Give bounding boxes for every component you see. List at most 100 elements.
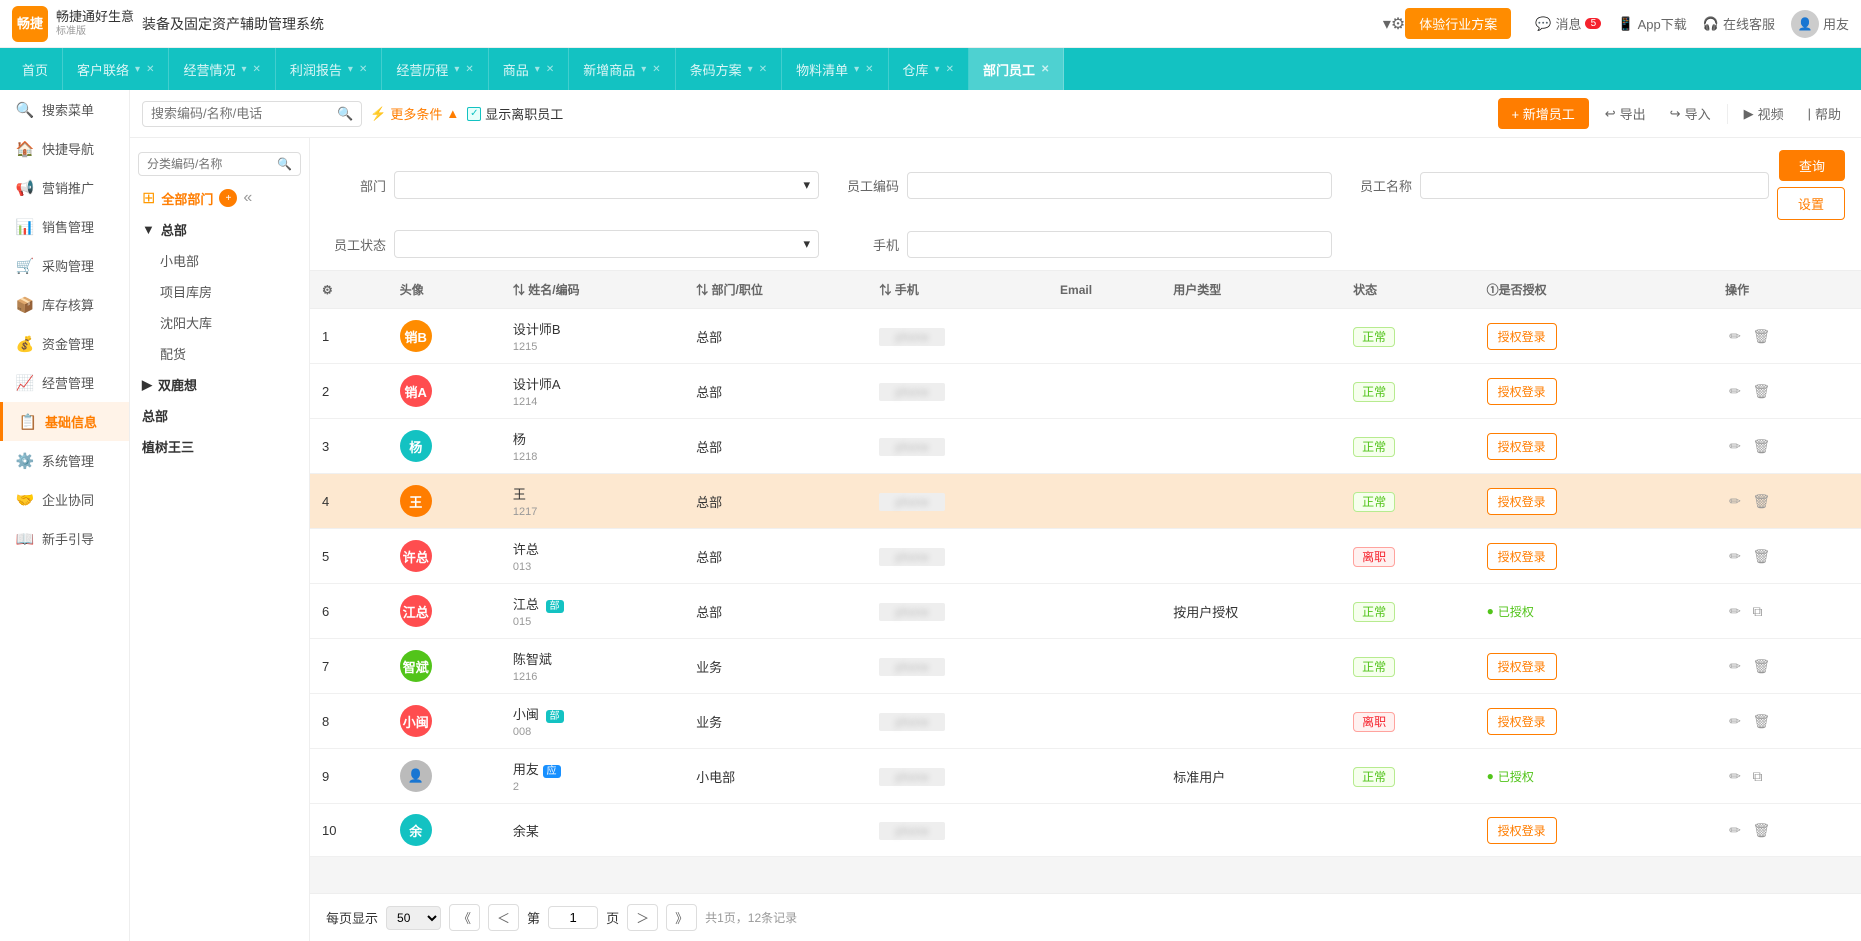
collapse-button[interactable]: « — [243, 189, 252, 207]
edit-button[interactable]: ✏ — [1725, 491, 1745, 512]
edit-button[interactable]: ✏ — [1725, 381, 1745, 402]
video-button[interactable]: ▶ 视频 — [1736, 100, 1792, 127]
delete-button[interactable]: 🗑 — [1748, 546, 1774, 567]
tree-item-zhishu[interactable]: 植树王三 — [130, 431, 309, 462]
nav-tab-bom[interactable]: 物料清单 ▾✕ — [782, 48, 888, 90]
delete-button[interactable]: 🗑 — [1748, 436, 1774, 457]
nav-tab-barcode[interactable]: 条码方案 ▾✕ — [676, 48, 782, 90]
nav-tab-staff[interactable]: 部门员工 ✕ — [969, 48, 1064, 90]
nav-tab-profit[interactable]: 利润报告 ▾✕ — [276, 48, 382, 90]
row-name: 江总 部015 — [501, 584, 684, 639]
auth-login-button[interactable]: 授权登录 — [1487, 708, 1557, 735]
more-filter-button[interactable]: ⚡ 更多条件 ▲ — [370, 104, 459, 123]
copy-button[interactable]: ⧉ — [1748, 601, 1766, 622]
search-input[interactable] — [151, 106, 331, 121]
auth-login-button[interactable]: 授权登录 — [1487, 433, 1557, 460]
sidebar-item-guide[interactable]: 📖 新手引导 — [0, 519, 129, 558]
emp-code-input[interactable] — [907, 172, 1332, 199]
grid-icon[interactable]: ⊞ — [142, 188, 155, 208]
sidebar-item-basic[interactable]: 📋 基础信息 — [0, 402, 129, 441]
edit-button[interactable]: ✏ — [1725, 326, 1745, 347]
auth-login-button[interactable]: 授权登录 — [1487, 323, 1557, 350]
row-name: 杨1218 — [501, 419, 684, 474]
nav-tab-warehouse[interactable]: 仓库 ▾✕ — [889, 48, 969, 90]
edit-button[interactable]: ✏ — [1725, 656, 1745, 677]
dept-add-circle[interactable]: + — [219, 189, 237, 207]
last-page-button[interactable]: 》 — [666, 904, 697, 931]
auth-login-button[interactable]: 授权登录 — [1487, 543, 1557, 570]
tree-item-xiaodibu[interactable]: 小电部 — [130, 245, 309, 276]
first-page-button[interactable]: 《 — [449, 904, 480, 931]
sidebar-item-system[interactable]: ⚙️ 系统管理 — [0, 441, 129, 480]
edit-button[interactable]: ✏ — [1725, 820, 1745, 841]
tree-item-peihuo[interactable]: 配货 — [130, 338, 309, 369]
col-name[interactable]: ⇅ 姓名/编码 — [501, 271, 684, 309]
tree-item-zongbu2[interactable]: 总部 — [130, 400, 309, 431]
query-button[interactable]: 查询 — [1779, 150, 1845, 181]
page-input[interactable] — [548, 906, 598, 929]
col-dept[interactable]: ⇅ 部门/职位 — [684, 271, 867, 309]
edit-button[interactable]: ✏ — [1725, 601, 1745, 622]
dept-select[interactable]: ▾ — [394, 171, 819, 199]
delete-button[interactable]: 🗑 — [1748, 326, 1774, 347]
tree-item-zonbu[interactable]: ▼ 总部 — [130, 214, 309, 245]
help-button[interactable]: | 帮助 — [1800, 100, 1849, 127]
sidebar-item-inventory[interactable]: 📦 库存核算 — [0, 285, 129, 324]
delete-button[interactable]: 🗑 — [1748, 491, 1774, 512]
edit-button[interactable]: ✏ — [1725, 546, 1745, 567]
all-dept-label[interactable]: 全部部门 — [161, 189, 213, 208]
tree-item-xiangmu[interactable]: 项目库房 — [130, 276, 309, 307]
sidebar-item-nav[interactable]: 🏠 快捷导航 — [0, 129, 129, 168]
page-size-select[interactable]: 50 100 — [386, 906, 441, 930]
prev-page-button[interactable]: ＜ — [488, 904, 519, 931]
emp-status-select[interactable]: ▾ — [394, 230, 819, 258]
delete-button[interactable]: 🗑 — [1748, 820, 1774, 841]
tree-item-shuanglu[interactable]: ▶ 双鹿想 — [130, 369, 309, 400]
app-download-button[interactable]: 📱 App下载 — [1617, 14, 1686, 33]
sidebar-item-finance[interactable]: 💰 资金管理 — [0, 324, 129, 363]
col-phone[interactable]: ⇅ 手机 — [867, 271, 1048, 309]
copy-button[interactable]: ⧉ — [1748, 766, 1766, 787]
col-settings[interactable]: ⚙ — [310, 271, 388, 309]
dept-search-input[interactable] — [147, 157, 273, 171]
sys-title-dropdown[interactable]: ▾ — [1383, 14, 1391, 34]
sidebar-item-purchase[interactable]: 🛒 采购管理 — [0, 246, 129, 285]
delete-button[interactable]: 🗑 — [1748, 711, 1774, 732]
tree-item-shenyang[interactable]: 沈阳大库 — [130, 307, 309, 338]
sidebar-item-marketing[interactable]: 📢 营销推广 — [0, 168, 129, 207]
logo-text: 畅捷通好生意 标准版 — [56, 9, 134, 39]
edit-button[interactable]: ✏ — [1725, 436, 1745, 457]
next-page-button[interactable]: ＞ — [627, 904, 658, 931]
auth-login-button[interactable]: 授权登录 — [1487, 488, 1557, 515]
sidebar-item-search[interactable]: 🔍 搜索菜单 — [0, 90, 129, 129]
nav-tab-customer[interactable]: 客户联络 ▾✕ — [63, 48, 169, 90]
message-button[interactable]: 💬 消息 5 — [1535, 14, 1601, 33]
emp-name-input[interactable] — [1420, 172, 1769, 199]
nav-tab-home[interactable]: 首页 — [8, 48, 63, 90]
nav-tab-history[interactable]: 经营历程 ▾✕ — [382, 48, 488, 90]
delete-button[interactable]: 🗑 — [1748, 381, 1774, 402]
nav-tab-goods[interactable]: 商品 ▾✕ — [489, 48, 569, 90]
nav-tab-new-goods[interactable]: 新增商品 ▾✕ — [569, 48, 675, 90]
set-button[interactable]: 设置 — [1777, 187, 1845, 220]
edit-button[interactable]: ✏ — [1725, 711, 1745, 732]
auth-login-button[interactable]: 授权登录 — [1487, 378, 1557, 405]
import-button[interactable]: ↪ 导入 — [1662, 100, 1719, 127]
sidebar-item-sales[interactable]: 📊 销售管理 — [0, 207, 129, 246]
search-box[interactable]: 🔍 — [142, 101, 362, 127]
add-employee-button[interactable]: + 新增员工 — [1498, 98, 1589, 129]
edit-button[interactable]: ✏ — [1725, 766, 1745, 787]
sidebar-item-management[interactable]: 📈 经营管理 — [0, 363, 129, 402]
nav-tab-operation[interactable]: 经营情况 ▾✕ — [169, 48, 275, 90]
settings-button[interactable]: ⚙ — [1391, 14, 1405, 34]
user-menu[interactable]: 👤 用友 — [1791, 10, 1849, 38]
online-service-button[interactable]: 🎧 在线客服 — [1703, 14, 1775, 33]
auth-login-button[interactable]: 授权登录 — [1487, 653, 1557, 680]
delete-button[interactable]: 🗑 — [1748, 656, 1774, 677]
show-resigned-checkbox[interactable]: ✓ 显示离职员工 — [467, 104, 563, 123]
try-plan-button[interactable]: 体验行业方案 — [1405, 8, 1511, 39]
auth-login-button[interactable]: 授权登录 — [1487, 817, 1557, 844]
sidebar-item-collab[interactable]: 🤝 企业协同 — [0, 480, 129, 519]
export-button[interactable]: ↩ 导出 — [1597, 100, 1654, 127]
phone-input[interactable] — [907, 231, 1332, 258]
